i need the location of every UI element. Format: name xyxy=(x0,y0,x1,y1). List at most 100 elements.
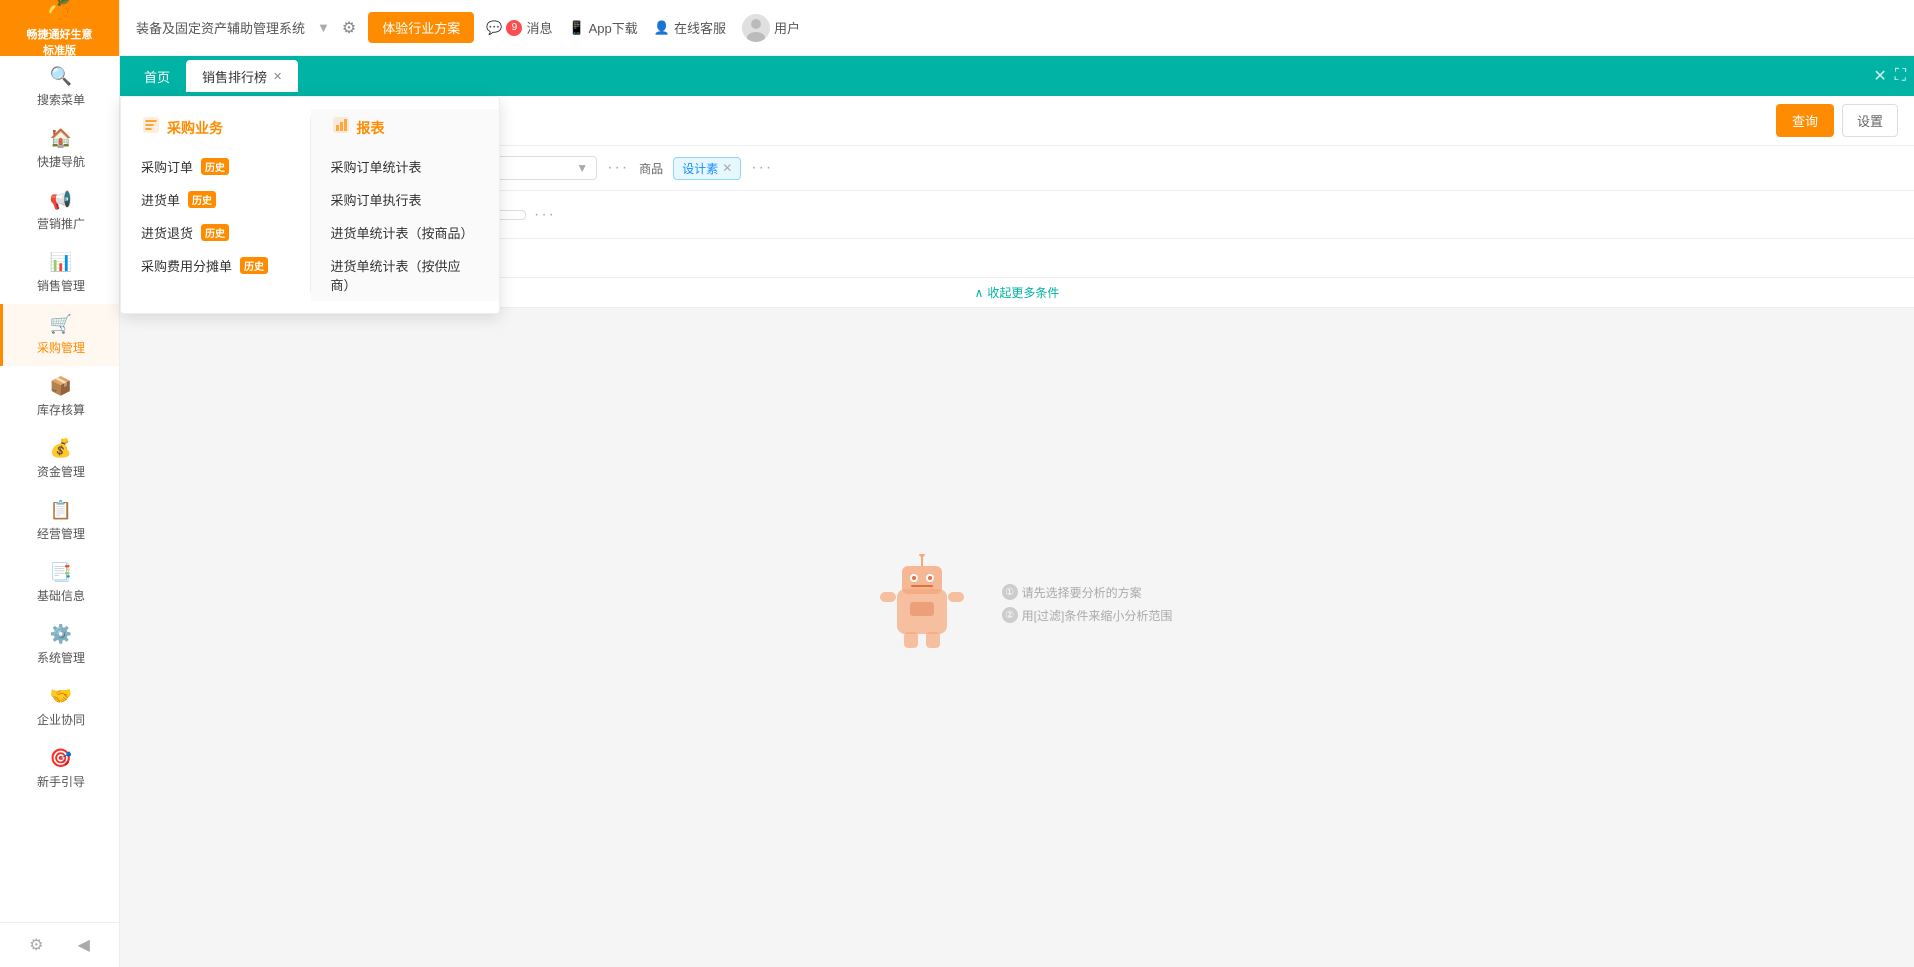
menu-item-expense[interactable]: 采购费用分摊单 历史 xyxy=(133,249,298,282)
empty-content: ① 请先选择要分析的方案 ② 用[过滤]条件来缩小分析范围 xyxy=(862,554,1173,654)
industry-button[interactable]: 体验行业方案 xyxy=(368,12,474,43)
maximize-icon[interactable]: ⛶ xyxy=(1895,67,1906,85)
purchase-order-label: 采购订单 xyxy=(141,157,193,176)
menu-item-return[interactable]: 进货退货 历史 xyxy=(133,216,298,249)
incoming-stat-supplier-label: 进货单统计表（按供应商） xyxy=(331,256,480,294)
sidebar-item-label: 搜索菜单 xyxy=(37,91,85,108)
collapse-sidebar-button[interactable]: ◀ xyxy=(78,935,90,955)
purchase-dropdown-menu: 采购业务 采购订单 历史 进货单 历史 进货退货 历史 采购费用分摊单 历史 xyxy=(120,96,500,314)
sidebar-item-label: 企业协同 xyxy=(37,711,85,728)
menu-col-report: 报表 采购订单统计表 采购订单执行表 进货单统计表（按商品） 进货单统计表（按供… xyxy=(311,109,500,301)
operations-icon: 📋 xyxy=(50,500,72,521)
sidebar-item-newbie[interactable]: 🎯 新手引导 xyxy=(0,738,119,800)
tabbar: 首页 销售排行榜 ✕ ✕ ⛶ xyxy=(120,56,1914,96)
collapse-label: 收起更多条件 xyxy=(987,284,1059,301)
purchase-stat-label: 采购订单统计表 xyxy=(331,157,422,176)
menu-item-purchase-order[interactable]: 采购订单 历史 xyxy=(133,150,298,183)
menu-item-purchase-stat[interactable]: 采购订单统计表 xyxy=(323,150,488,183)
status-more-icon[interactable]: ··· xyxy=(607,159,629,177)
close-window-icon[interactable]: ✕ xyxy=(1873,66,1886,86)
topbar: 装备及固定资产辅助管理系统 ▼ ⚙ 体验行业方案 💬 9 消息 📱 App下载 … xyxy=(120,0,1914,56)
purchase-order-badge: 历史 xyxy=(201,158,229,175)
goods-tag[interactable]: 设计素 ✕ xyxy=(673,157,741,180)
goods-more-icon[interactable]: ··· xyxy=(751,159,773,177)
tabbar-right: ✕ ⛶ xyxy=(1873,66,1906,86)
setting-button[interactable]: 设置 xyxy=(1842,104,1898,137)
chevron-up-icon: ∧ xyxy=(975,286,984,300)
menu-item-incoming-stat-supplier[interactable]: 进货单统计表（按供应商） xyxy=(323,249,488,301)
marketing-icon: 📢 xyxy=(50,190,72,211)
sidebar-item-purchase[interactable]: 🛒 采购管理 xyxy=(0,304,119,366)
sidebar-item-label: 新手引导 xyxy=(37,773,85,790)
online-service-item[interactable]: 👤 在线客服 xyxy=(654,18,726,37)
message-icon: 💬 xyxy=(486,20,502,36)
message-item[interactable]: 💬 9 消息 xyxy=(486,18,552,37)
gear-icon[interactable]: ⚙ xyxy=(342,18,356,38)
sidebar-item-label: 采购管理 xyxy=(37,339,85,356)
newbie-icon: 🎯 xyxy=(50,748,72,769)
incoming-stat-goods-label: 进货单统计表（按商品） xyxy=(331,223,474,242)
tab-sales-rank[interactable]: 销售排行榜 ✕ xyxy=(186,60,298,92)
logo-brand: 畅捷通好生意 xyxy=(27,26,93,42)
status-dropdown-icon: ▼ xyxy=(576,161,588,175)
staff-more-icon[interactable]: ··· xyxy=(534,206,556,224)
online-service-label: 在线客服 xyxy=(674,18,726,37)
tab-close-icon[interactable]: ✕ xyxy=(273,70,282,83)
empty-state: ① 请先选择要分析的方案 ② 用[过滤]条件来缩小分析范围 xyxy=(120,308,1914,899)
purchase-menu-header-label: 采购业务 xyxy=(167,118,223,138)
logo-icon: 🍊 xyxy=(46,0,73,24)
sidebar-item-label: 系统管理 xyxy=(37,649,85,666)
incoming-label: 进货单 xyxy=(141,190,180,209)
sales-icon: 📊 xyxy=(50,252,72,273)
sidebar-item-inventory[interactable]: 📦 库存核算 xyxy=(0,366,119,428)
user-label: 用户 xyxy=(774,18,800,37)
home-icon: 🏠 xyxy=(50,128,72,149)
app-download-item[interactable]: 📱 App下载 xyxy=(568,18,637,37)
avatar xyxy=(742,14,770,42)
sidebar-item-basic[interactable]: 📑 基础信息 xyxy=(0,552,119,614)
hint-text-1: 请先选择要分析的方案 xyxy=(1022,584,1142,601)
sidebar-item-finance[interactable]: 💰 资金管理 xyxy=(0,428,119,490)
hint-num-2: ② xyxy=(1002,607,1018,623)
empty-hint-1: ① 请先选择要分析的方案 xyxy=(1002,584,1173,601)
goods-tag-close-icon[interactable]: ✕ xyxy=(722,161,732,175)
return-badge: 历史 xyxy=(201,224,229,241)
goods-tag-value: 设计素 xyxy=(682,160,718,177)
report-menu-header-label: 报表 xyxy=(357,118,385,138)
empty-illustration xyxy=(862,554,982,654)
report-menu-icon xyxy=(331,115,351,140)
sidebar-item-label: 快捷导航 xyxy=(37,153,85,170)
menu-item-purchase-exec[interactable]: 采购订单执行表 xyxy=(323,183,488,216)
goods-label: 商品 xyxy=(639,160,663,177)
sidebar-bottom: ⚙ ◀ xyxy=(0,922,119,967)
settings-button[interactable]: ⚙ xyxy=(29,935,43,955)
sidebar-item-label: 经营管理 xyxy=(37,525,85,542)
system-icon: ⚙️ xyxy=(50,624,72,645)
incoming-badge: 历史 xyxy=(188,191,216,208)
menu-item-incoming[interactable]: 进货单 历史 xyxy=(133,183,298,216)
menu-col-purchase: 采购业务 采购订单 历史 进货单 历史 进货退货 历史 采购费用分摊单 历史 xyxy=(121,109,310,301)
sidebar-item-sales[interactable]: 📊 销售管理 xyxy=(0,242,119,304)
sidebar-item-operations[interactable]: 📋 经营管理 xyxy=(0,490,119,552)
sidebar-item-system[interactable]: ⚙️ 系统管理 xyxy=(0,614,119,676)
sidebar-item-label: 基础信息 xyxy=(37,587,85,604)
search-icon: 🔍 xyxy=(50,66,72,87)
toolbar-actions: 查询 设置 xyxy=(1776,104,1898,137)
empty-hint-2: ② 用[过滤]条件来缩小分析范围 xyxy=(1002,607,1173,624)
tab-home[interactable]: 首页 xyxy=(128,60,186,92)
sidebar-logo: 🍊 畅捷通好生意 标准版 xyxy=(0,0,119,56)
user-item[interactable]: 用户 xyxy=(742,14,800,42)
sidebar-item-label: 营销推广 xyxy=(37,215,85,232)
sidebar-item-enterprise[interactable]: 🤝 企业协同 xyxy=(0,676,119,738)
service-icon: 👤 xyxy=(654,20,670,36)
empty-hints: ① 请先选择要分析的方案 ② 用[过滤]条件来缩小分析范围 xyxy=(1002,584,1173,624)
menu-header-report: 报表 xyxy=(323,109,488,146)
menu-item-incoming-stat-goods[interactable]: 进货单统计表（按商品） xyxy=(323,216,488,249)
topbar-right: 💬 9 消息 📱 App下载 👤 在线客服 用户 xyxy=(486,14,800,42)
menu-header-purchase: 采购业务 xyxy=(133,109,298,146)
query-button[interactable]: 查询 xyxy=(1776,104,1834,137)
system-dropdown-icon[interactable]: ▼ xyxy=(317,20,330,35)
sidebar-item-marketing[interactable]: 📢 营销推广 xyxy=(0,180,119,242)
sidebar-item-quicknav[interactable]: 🏠 快捷导航 xyxy=(0,118,119,180)
sidebar-item-search[interactable]: 🔍 搜索菜单 xyxy=(0,56,119,118)
